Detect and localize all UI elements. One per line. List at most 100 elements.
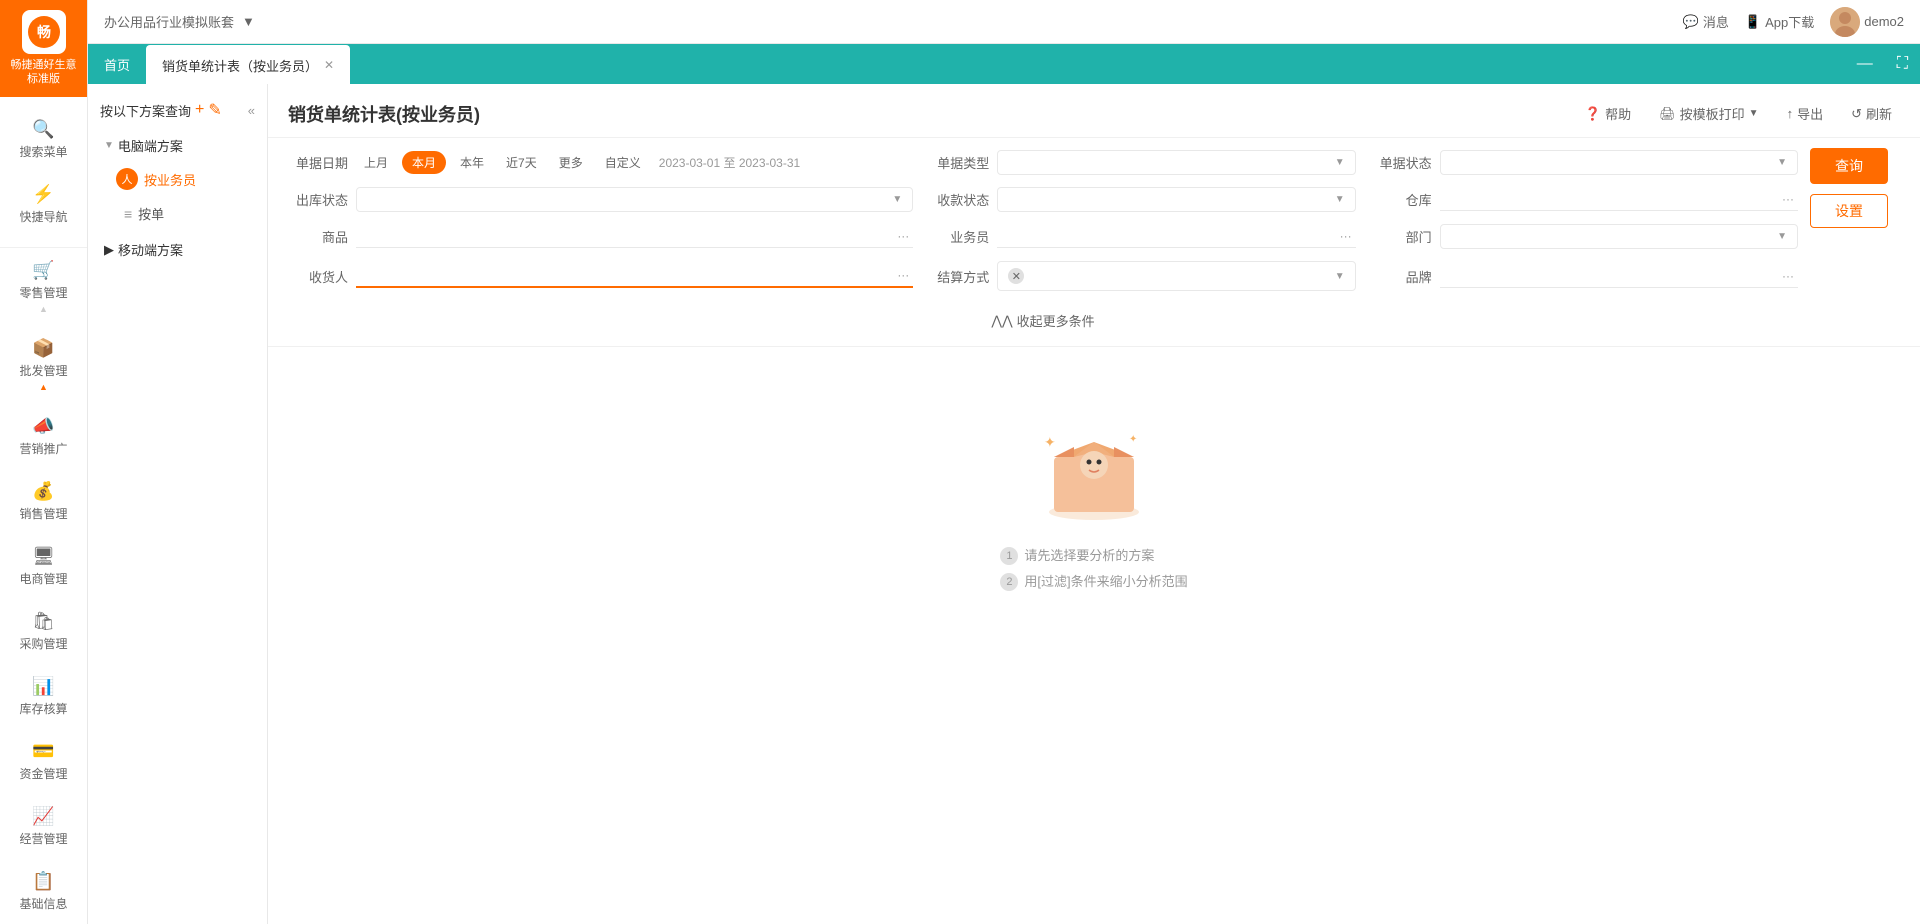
doc-type-label: 单据类型	[929, 153, 989, 172]
doc-status-select[interactable]: ▼	[1440, 150, 1798, 175]
sidebar-item-search[interactable]: 🔍 搜索菜单	[0, 107, 87, 172]
svg-text:畅: 畅	[37, 24, 51, 40]
warehouse-more-btn[interactable]: ···	[1778, 192, 1798, 206]
collapse-panel-btn[interactable]: «	[248, 103, 255, 118]
app-download-btn[interactable]: 📱 App下载	[1745, 12, 1814, 31]
inventory-icon: 📊	[32, 676, 54, 697]
settings-button[interactable]: 设置	[1810, 194, 1888, 228]
brand-filter: 品牌 ···	[1372, 265, 1798, 288]
sidebar-item-wholesale[interactable]: 📦 批发管理 ▲	[0, 326, 87, 404]
query-actions: 查询 设置	[1798, 138, 1900, 238]
sidebar-item-finance[interactable]: 💳 资金管理	[0, 729, 87, 794]
page-actions: ❓ 帮助 🖨 按模板打印 ▼ ↑ 导出 ↺ 刷新	[1577, 100, 1900, 127]
brand-more-btn[interactable]: ···	[1778, 269, 1798, 283]
refresh-btn[interactable]: ↺ 刷新	[1843, 100, 1900, 127]
collapse-filter-label: 收起更多条件	[1017, 311, 1095, 330]
page-header: 销货单统计表(按业务员) ❓ 帮助 🖨 按模板打印 ▼ ↑ 导出	[268, 84, 1920, 138]
tab-sales-stat[interactable]: 销货单统计表（按业务员） ✕	[146, 45, 350, 85]
pc-plan-group: ▼ 电脑端方案 人 按业务员 ≡ 按单	[88, 130, 267, 230]
export-btn[interactable]: ↑ 导出	[1779, 100, 1832, 127]
pc-plan-group-header[interactable]: ▼ 电脑端方案	[88, 130, 267, 161]
warehouse-input-wrap[interactable]: ···	[1440, 188, 1798, 211]
inventory-label: 库存核算	[19, 700, 67, 717]
settlement-select[interactable]: ✕ ▼	[997, 261, 1355, 291]
out-status-filter: 出库状态 ▼	[288, 187, 913, 212]
collapse-filter-btn[interactable]: ⋀⋀ 收起更多条件	[288, 303, 1798, 338]
logo-text: 畅捷通好生意 标准版	[11, 58, 77, 87]
salesman-more-btn[interactable]: ···	[1336, 229, 1356, 243]
user-menu[interactable]: demo2	[1830, 7, 1904, 37]
sidebar-item-retail[interactable]: 🛒 零售管理 ▲	[0, 248, 87, 326]
date-selector: 上月 本月 本年 近7天 更多 自定义 2023-03-01 至 2023-03…	[356, 151, 800, 174]
plan-item-salesman[interactable]: 人 按业务员	[88, 161, 267, 197]
sidebar-search-section: 🔍 搜索菜单 ⚡ 快捷导航	[0, 97, 87, 248]
sidebar-item-purchase[interactable]: 🛍 采购管理	[0, 599, 87, 664]
edit-scheme-btn[interactable]: ✎	[208, 100, 221, 120]
sidebar-item-basic[interactable]: 📋 基础信息	[0, 859, 87, 924]
date-btn-last-month[interactable]: 上月	[356, 151, 396, 174]
sidebar-item-quicknav[interactable]: ⚡ 快捷导航	[0, 172, 87, 237]
sidebar-item-sales[interactable]: 💰 销售管理	[0, 469, 87, 534]
purchase-label: 采购管理	[19, 635, 67, 652]
sidebar-logo[interactable]: 畅 畅捷通好生意 标准版	[0, 0, 87, 97]
brand-label: 品牌	[1372, 267, 1432, 286]
empty-state: ✦ ✦ 1 请先选择要分析的方案 2 用[过滤]条件来缩小分析范围	[268, 347, 1920, 655]
sidebar-item-operations[interactable]: 📈 经营管理	[0, 794, 87, 859]
tab-home[interactable]: 首页	[88, 44, 146, 84]
goods-input-wrap[interactable]: ···	[356, 225, 913, 248]
date-range-display: 2023-03-01 至 2023-03-31	[659, 154, 800, 171]
date-btn-this-year[interactable]: 本年	[452, 151, 492, 174]
retail-label: 零售管理	[19, 284, 67, 301]
out-status-select[interactable]: ▼	[356, 187, 913, 212]
sidebar-item-inventory[interactable]: 📊 库存核算	[0, 664, 87, 729]
settlement-filter: 结算方式 ✕ ▼	[929, 261, 1355, 291]
wholesale-label: 批发管理	[19, 362, 67, 379]
salesman-filter: 业务员 ···	[929, 225, 1355, 248]
empty-tip-2: 2 用[过滤]条件来缩小分析范围	[1000, 569, 1187, 595]
receiver-more-btn[interactable]: ···	[893, 268, 913, 282]
plan-sub-item-order[interactable]: ≡ 按单	[88, 197, 267, 230]
tab-home-label: 首页	[104, 55, 130, 74]
payment-status-arrow: ▼	[1335, 194, 1345, 205]
quicknav-label: 快捷导航	[19, 208, 67, 225]
salesman-input-wrap[interactable]: ···	[997, 225, 1355, 248]
print-btn[interactable]: 🖨 按模板打印 ▼	[1651, 100, 1766, 127]
date-btn-custom[interactable]: 自定义	[597, 151, 649, 174]
date-btn-7days[interactable]: 近7天	[498, 151, 545, 174]
left-panel-header: 按以下方案查询 + ✎ «	[88, 94, 267, 126]
basic-label: 基础信息	[19, 895, 67, 912]
payment-status-select[interactable]: ▼	[997, 187, 1355, 212]
dept-filter: 部门 ▼	[1372, 224, 1798, 249]
pc-group-arrow: ▼	[104, 140, 114, 151]
filter-area: 单据日期 上月 本月 本年 近7天 更多 自定义 2023-03-01 至 20…	[268, 138, 1920, 347]
help-btn[interactable]: ❓ 帮助	[1577, 100, 1639, 127]
left-panel-title: 按以下方案查询	[100, 101, 191, 120]
receiver-input-wrap[interactable]: ···	[356, 264, 913, 288]
tab-controls: — ⛶	[1845, 55, 1920, 73]
topbar-title-section[interactable]: 办公用品行业模拟账套 ▼	[104, 12, 255, 31]
date-btn-more[interactable]: 更多	[551, 151, 591, 174]
pc-group-label: 电脑端方案	[118, 136, 183, 155]
export-icon: ↑	[1787, 106, 1794, 121]
query-button[interactable]: 查询	[1810, 148, 1888, 184]
mobile-plan-group-header[interactable]: ▶ 移动端方案	[88, 234, 267, 265]
dept-select[interactable]: ▼	[1440, 224, 1798, 249]
doc-type-select[interactable]: ▼	[997, 150, 1355, 175]
topbar-actions: 💬 消息 📱 App下载 demo2	[1683, 7, 1904, 37]
tab-minimize-btn[interactable]: —	[1845, 55, 1885, 73]
tab-fullscreen-btn[interactable]: ⛶	[1885, 55, 1920, 73]
settlement-clear-btn[interactable]: ✕	[1008, 268, 1024, 284]
goods-more-btn[interactable]: ···	[893, 229, 913, 243]
add-scheme-btn[interactable]: +	[195, 101, 204, 119]
receiver-filter: 收货人 ···	[288, 264, 913, 288]
search-icon: 🔍	[32, 119, 54, 140]
purchase-icon: 🛍	[32, 611, 55, 632]
date-btn-this-month[interactable]: 本月	[402, 151, 446, 174]
sidebar-item-marketing[interactable]: 📣 营销推广	[0, 404, 87, 469]
tab-close-icon[interactable]: ✕	[324, 58, 334, 72]
brand-input-wrap[interactable]: ···	[1440, 265, 1798, 288]
tip-text-1: 请先选择要分析的方案	[1024, 543, 1154, 569]
sidebar-item-ecommerce[interactable]: 🖥 电商管理	[0, 534, 87, 599]
filter-row-4: 收货人 ··· 结算方式 ✕ ▼	[288, 261, 1798, 291]
message-btn[interactable]: 💬 消息	[1683, 12, 1729, 31]
